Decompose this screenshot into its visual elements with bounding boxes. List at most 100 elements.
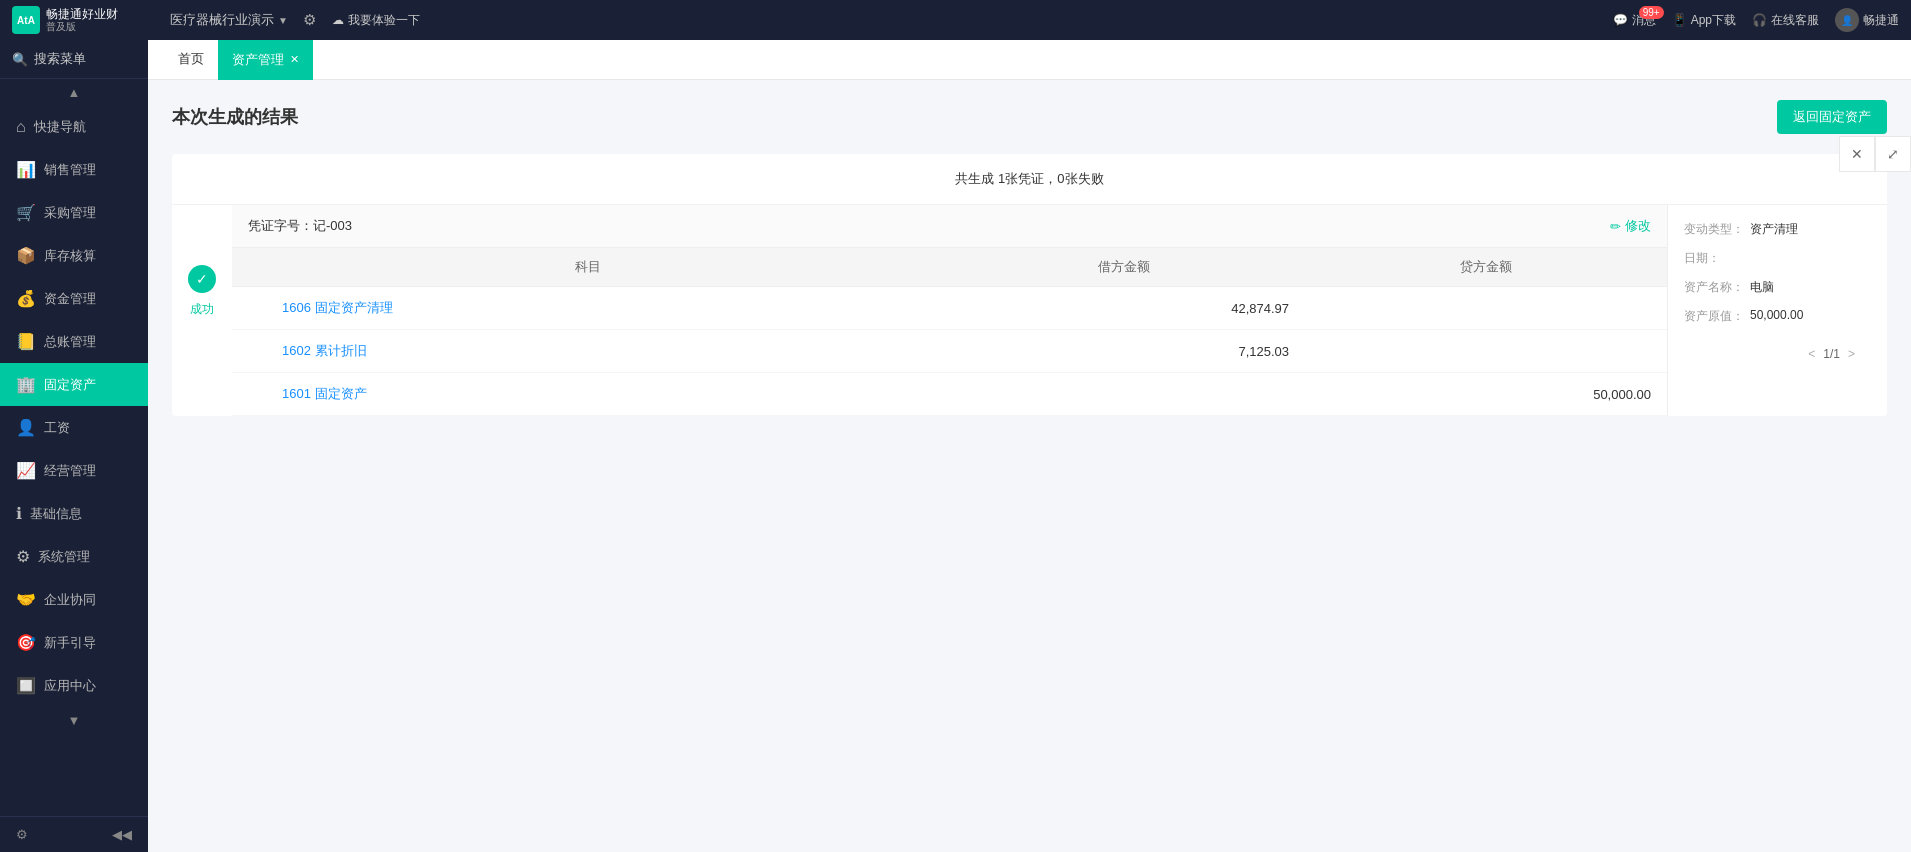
next-page-button[interactable]: >: [1848, 347, 1855, 361]
content-area: 首页 资产管理 ✕ ✕ ⤢ 本次生成的结果 返回固定资产 共生成 1张凭证，0张…: [148, 40, 1911, 852]
header-right: 💬 消息 99+ 📱 App下载 🎧 在线客服 👤 畅捷通: [1613, 8, 1899, 32]
sales-icon: 📊: [16, 160, 36, 179]
change-type-value: 资产清理: [1750, 221, 1798, 238]
expand-panel-button[interactable]: ⤢: [1875, 136, 1911, 172]
col-header-subject: 科目: [232, 248, 943, 287]
asset-name-label: 资产名称：: [1684, 279, 1744, 296]
payroll-icon: 👤: [16, 418, 36, 437]
logo-sub-text: 普及版: [46, 21, 118, 33]
online-service-button[interactable]: 🎧 在线客服: [1752, 12, 1819, 29]
voucher-info-panel: 变动类型： 资产清理 日期： 资产名称： 电脑 资产原值：: [1667, 205, 1887, 416]
sidebar: 🔍 搜索菜单 ▲ ⌂ 快捷导航 📊 销售管理 🛒 采购管理 📦 库存核算 💰 资…: [0, 40, 148, 852]
avatar: 👤: [1835, 8, 1859, 32]
subject-cell-2: 1602 累计折旧: [232, 330, 943, 373]
sidebar-label-ops: 经营管理: [44, 462, 96, 480]
info-row-asset-value: 资产原值： 50,000.00: [1684, 308, 1871, 325]
sidebar-item-payroll[interactable]: 👤 工资: [0, 406, 148, 449]
app-download-label: App下载: [1691, 12, 1736, 29]
sidebar-label-basic-info: 基础信息: [30, 505, 82, 523]
tab-close-icon[interactable]: ✕: [290, 53, 299, 66]
result-panel: 共生成 1张凭证，0张失败 ✓ 成功 凭证字号：记-003 ✏ 修改: [172, 154, 1887, 416]
online-service-label: 在线客服: [1771, 12, 1819, 29]
home-icon: ⌂: [16, 118, 26, 136]
sidebar-item-guide[interactable]: 🎯 新手引导: [0, 621, 148, 664]
info-row-change-type: 变动类型： 资产清理: [1684, 221, 1871, 238]
sidebar-item-purchase[interactable]: 🛒 采购管理: [0, 191, 148, 234]
col-header-debit: 借方金额: [943, 248, 1305, 287]
subject-link-2[interactable]: 1602 累计折旧: [282, 343, 367, 358]
top-header: AtA 畅捷通好业财 普及版 医疗器械行业演示 ▼ ⚙ ☁ 我要体验一下 💬 消…: [0, 0, 1911, 40]
sidebar-item-finance[interactable]: 💰 资金管理: [0, 277, 148, 320]
chevron-down-icon: ▼: [278, 15, 288, 26]
page-title-row: 本次生成的结果 返回固定资产: [172, 100, 1887, 134]
guide-icon: 🎯: [16, 633, 36, 652]
subject-link-1[interactable]: 1606 固定资产清理: [282, 300, 393, 315]
voucher-number: 凭证字号：记-003: [248, 217, 352, 235]
sidebar-item-inventory[interactable]: 📦 库存核算: [0, 234, 148, 277]
col-header-credit: 贷方金额: [1305, 248, 1667, 287]
sidebar-search[interactable]: 🔍 搜索菜单: [0, 40, 148, 79]
table-row: 1602 累计折旧 7,125.03: [232, 330, 1667, 373]
sidebar-scroll-down[interactable]: ▼: [0, 707, 148, 734]
panel-controls: ✕ ⤢: [1839, 136, 1911, 172]
close-panel-button[interactable]: ✕: [1839, 136, 1875, 172]
table-row: 1606 固定资产清理 42,874.97: [232, 287, 1667, 330]
return-fixed-assets-button[interactable]: 返回固定资产: [1777, 100, 1887, 134]
experience-button[interactable]: ☁ 我要体验一下: [332, 12, 420, 29]
experience-label: 我要体验一下: [348, 12, 420, 29]
subject-link-3[interactable]: 1601 固定资产: [282, 386, 367, 401]
voucher-table: 科目 借方金额 贷方金额 1606 固定资产清理: [232, 248, 1667, 416]
logo-main-text: 畅捷通好业财: [46, 7, 118, 21]
sidebar-footer: ⚙ ◀◀: [0, 816, 148, 852]
pagination-info: 1/1: [1823, 347, 1840, 361]
ops-icon: 📈: [16, 461, 36, 480]
finance-icon: 💰: [16, 289, 36, 308]
sidebar-item-app-center[interactable]: 🔲 应用中心: [0, 664, 148, 707]
inventory-icon: 📦: [16, 246, 36, 265]
tab-home[interactable]: 首页: [164, 40, 218, 80]
sidebar-label-app-center: 应用中心: [44, 677, 96, 695]
edit-voucher-button[interactable]: ✏ 修改: [1610, 217, 1651, 235]
sidebar-label-quick-nav: 快捷导航: [34, 118, 86, 136]
tab-asset-mgmt[interactable]: 资产管理 ✕: [218, 40, 313, 80]
prev-page-button[interactable]: <: [1808, 347, 1815, 361]
sidebar-item-sales[interactable]: 📊 销售管理: [0, 148, 148, 191]
sidebar-label-ledger: 总账管理: [44, 333, 96, 351]
sidebar-item-fixed-assets[interactable]: 🏢 固定资产: [0, 363, 148, 406]
pagination-row: < 1/1 >: [1684, 337, 1871, 371]
sidebar-label-purchase: 采购管理: [44, 204, 96, 222]
ledger-icon: 📒: [16, 332, 36, 351]
sidebar-item-ops[interactable]: 📈 经营管理: [0, 449, 148, 492]
sidebar-collapse-icon[interactable]: ◀◀: [112, 827, 132, 842]
sidebar-label-sys-mgmt: 系统管理: [38, 548, 90, 566]
voucher-main: 凭证字号：记-003 ✏ 修改 科目 借方金额 贷: [232, 205, 1667, 416]
credit-cell-1: [1305, 287, 1667, 330]
sidebar-item-basic-info[interactable]: ℹ 基础信息: [0, 492, 148, 535]
search-icon: 🔍: [12, 52, 28, 67]
messages-button[interactable]: 💬 消息 99+: [1613, 12, 1656, 29]
sidebar-scroll-up[interactable]: ▲: [0, 79, 148, 106]
sidebar-item-sys-mgmt[interactable]: ⚙ 系统管理: [0, 535, 148, 578]
sys-mgmt-icon: ⚙: [16, 547, 30, 566]
fixed-assets-icon: 🏢: [16, 375, 36, 394]
sidebar-item-quick-nav[interactable]: ⌂ 快捷导航: [0, 106, 148, 148]
credit-cell-3: 50,000.00: [1305, 373, 1667, 416]
credit-cell-2: [1305, 330, 1667, 373]
sidebar-label-corp-collab: 企业协同: [44, 591, 96, 609]
company-settings-button[interactable]: ⚙: [296, 6, 324, 34]
asset-name-value: 电脑: [1750, 279, 1774, 296]
company-selector[interactable]: 医疗器械行业演示 ▼: [170, 11, 288, 29]
sidebar-item-corp-collab[interactable]: 🤝 企业协同: [0, 578, 148, 621]
app-download-button[interactable]: 📱 App下载: [1672, 12, 1736, 29]
info-row-date: 日期：: [1684, 250, 1871, 267]
info-row-asset-name: 资产名称： 电脑: [1684, 279, 1871, 296]
debit-cell-1: 42,874.97: [943, 287, 1305, 330]
result-summary: 共生成 1张凭证，0张失败: [172, 154, 1887, 205]
sidebar-item-ledger[interactable]: 📒 总账管理: [0, 320, 148, 363]
corp-collab-icon: 🤝: [16, 590, 36, 609]
tab-asset-mgmt-label: 资产管理: [232, 51, 284, 69]
sidebar-settings-icon[interactable]: ⚙: [16, 827, 28, 842]
user-profile-button[interactable]: 👤 畅捷通: [1835, 8, 1899, 32]
sidebar-label-inventory: 库存核算: [44, 247, 96, 265]
asset-value-value: 50,000.00: [1750, 308, 1803, 325]
